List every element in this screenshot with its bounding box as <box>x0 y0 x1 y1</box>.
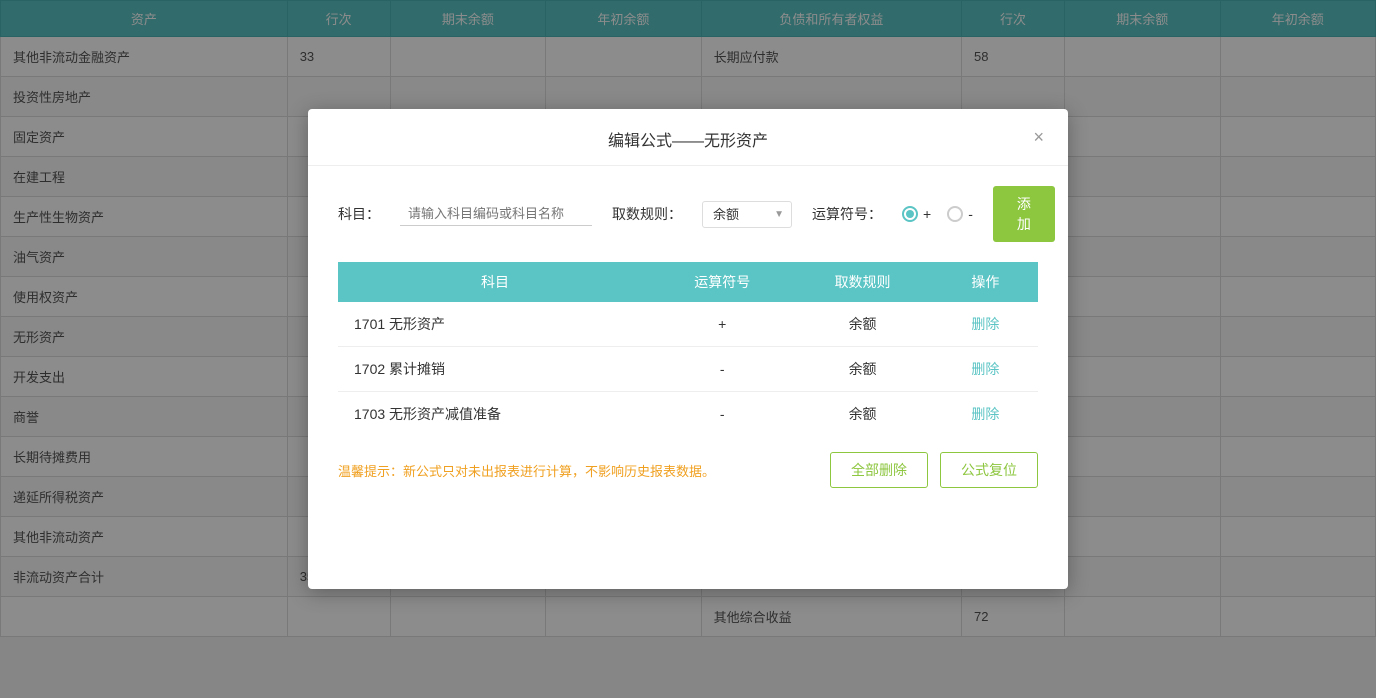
reset-formula-button[interactable]: 公式复位 <box>940 452 1038 488</box>
operator-radio-group: + - <box>902 206 973 222</box>
modal-header: 编辑公式——无形资产 × <box>308 109 1068 166</box>
operator-label: 运算符号： <box>812 204 882 224</box>
formula-action: 删除 <box>933 302 1038 347</box>
rule-select-wrapper: 余额 借方 贷方 借方发生额 贷方发生额 ▼ <box>702 201 792 228</box>
radio-plus-label: + <box>923 206 931 222</box>
modal-overlay: 编辑公式——无形资产 × 科目： 取数规则： 余额 借方 贷方 借方发生额 贷方… <box>0 0 1376 698</box>
add-button[interactable]: 添加 <box>993 186 1055 242</box>
delete-all-button[interactable]: 全部删除 <box>830 452 928 488</box>
table-header-rule: 取数规则 <box>792 262 932 302</box>
formula-table: 科目 运算符号 取数规则 操作 1701 无形资产+余额删除1702 累计摊销-… <box>338 262 1038 436</box>
subject-label: 科目： <box>338 204 380 224</box>
formula-operator: + <box>652 302 792 347</box>
rule-label: 取数规则： <box>612 204 682 224</box>
formula-row: 1701 无形资产+余额 删除 <box>338 302 1038 347</box>
formula-row: 1702 累计摊销-余额 删除 <box>338 347 1038 392</box>
formula-subject: 1703 无形资产减值准备 <box>338 392 652 437</box>
modal-footer: 温馨提示：新公式只对未出报表进行计算，不影响历史报表数据。 全部删除 公式复位 <box>308 436 1068 498</box>
rule-select[interactable]: 余额 借方 贷方 借方发生额 贷方发生额 <box>702 201 792 228</box>
formula-action: 删除 <box>933 392 1038 437</box>
radio-minus-label: - <box>968 206 973 222</box>
radio-minus[interactable]: - <box>947 206 973 222</box>
hint-text: 温馨提示：新公式只对未出报表进行计算，不影响历史报表数据。 <box>338 461 715 480</box>
footer-buttons: 全部删除 公式复位 <box>830 452 1038 488</box>
formula-operator: - <box>652 392 792 437</box>
delete-row-button[interactable]: 删除 <box>971 359 999 379</box>
formula-operator: - <box>652 347 792 392</box>
formula-form: 科目： 取数规则： 余额 借方 贷方 借方发生额 贷方发生额 ▼ 运算符号： + <box>308 166 1068 258</box>
modal-dialog: 编辑公式——无形资产 × 科目： 取数规则： 余额 借方 贷方 借方发生额 贷方… <box>308 109 1068 589</box>
delete-row-button[interactable]: 删除 <box>971 314 999 334</box>
formula-subject: 1701 无形资产 <box>338 302 652 347</box>
modal-title: 编辑公式——无形资产 <box>608 127 768 151</box>
formula-rule: 余额 <box>792 392 932 437</box>
table-header-operator: 运算符号 <box>652 262 792 302</box>
formula-row: 1703 无形资产减值准备-余额 删除 <box>338 392 1038 437</box>
table-header-subject: 科目 <box>338 262 652 302</box>
formula-rule: 余额 <box>792 302 932 347</box>
formula-action: 删除 <box>933 347 1038 392</box>
formula-subject: 1702 累计摊销 <box>338 347 652 392</box>
modal-close-button[interactable]: × <box>1025 124 1052 150</box>
radio-plus-circle <box>902 206 918 222</box>
table-header-action: 操作 <box>933 262 1038 302</box>
radio-plus[interactable]: + <box>902 206 931 222</box>
delete-row-button[interactable]: 删除 <box>971 404 999 424</box>
formula-table-wrapper: 科目 运算符号 取数规则 操作 1701 无形资产+余额删除1702 累计摊销-… <box>308 262 1068 436</box>
subject-input[interactable] <box>400 202 592 226</box>
radio-minus-circle <box>947 206 963 222</box>
formula-rule: 余额 <box>792 347 932 392</box>
